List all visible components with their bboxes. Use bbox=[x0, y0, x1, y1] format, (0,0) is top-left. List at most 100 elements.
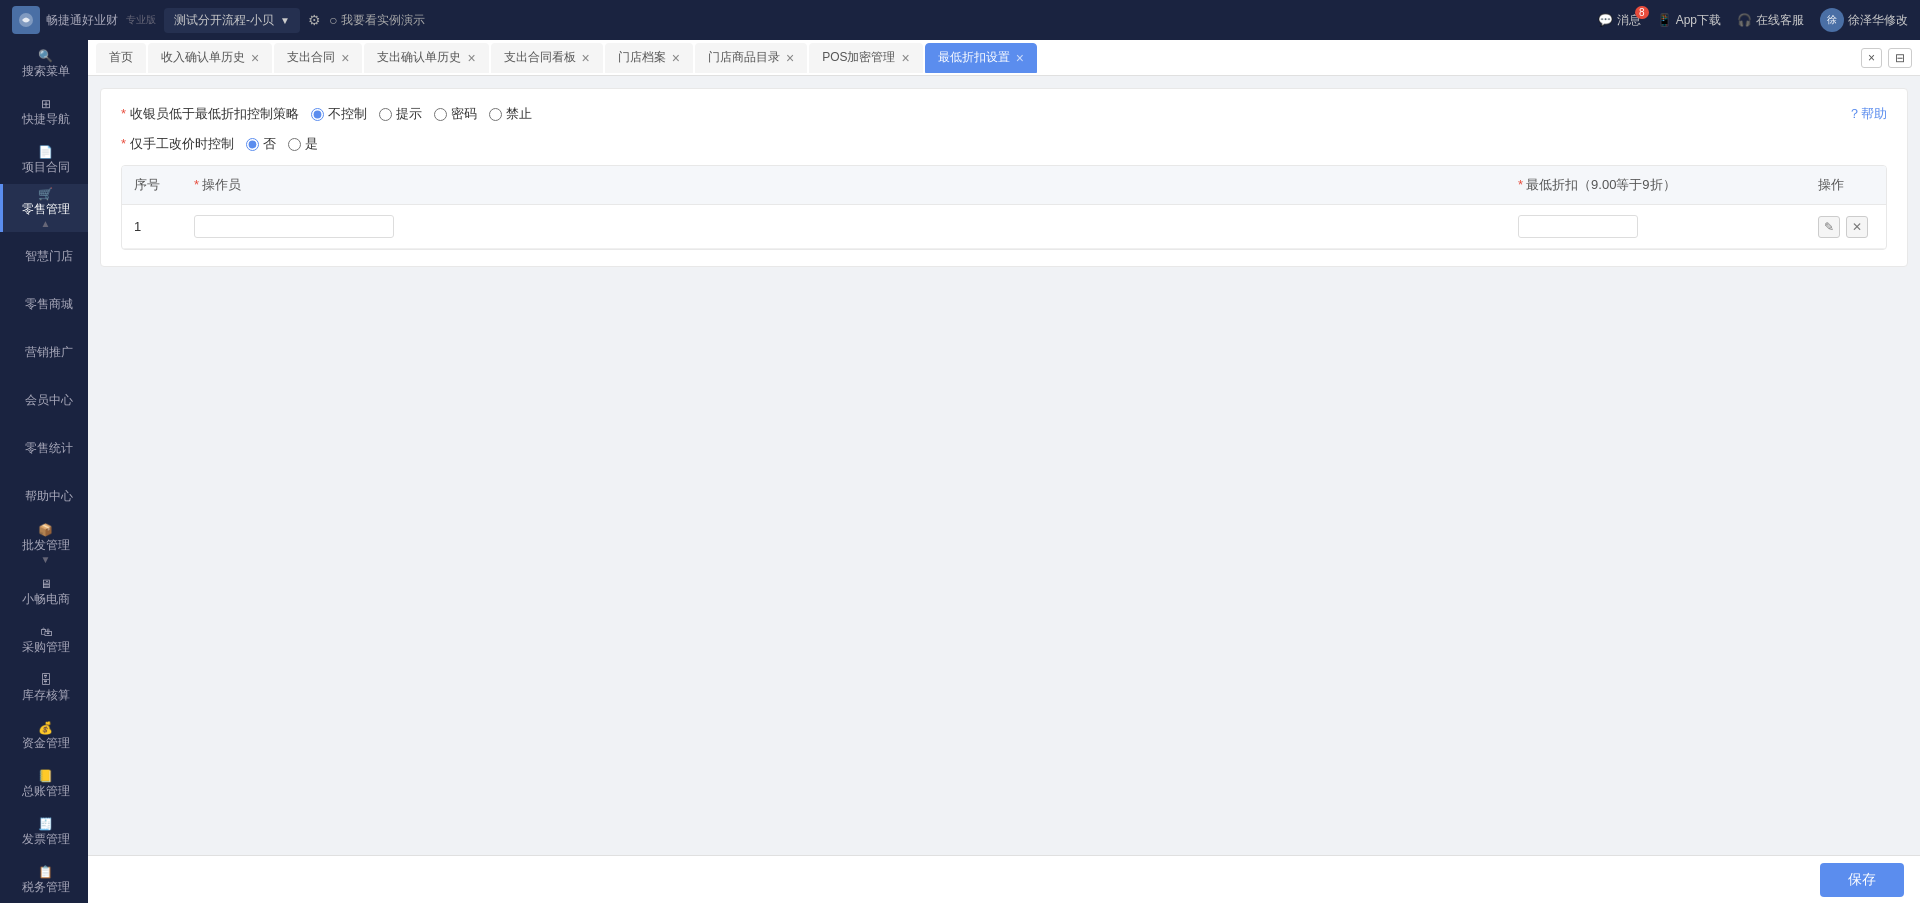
topbar-left: 畅捷通好业财 专业版 测试分开流程-小贝 ▼ ⚙ ○ 我要看实例演示 bbox=[12, 6, 425, 34]
tab-payment-contract[interactable]: 支出合同 × bbox=[274, 43, 362, 73]
ledger-icon: 📒 bbox=[38, 769, 53, 783]
sidebar-item-smart-store[interactable]: 智慧门店 bbox=[0, 232, 88, 280]
sidebar-item-shortcuts[interactable]: ⊞ 快捷导航 bbox=[0, 88, 88, 136]
col-seq: 序号 bbox=[122, 166, 182, 204]
help-link[interactable]: ？帮助 bbox=[1848, 105, 1887, 123]
tab-income-history[interactable]: 收入确认单历史 × bbox=[148, 43, 272, 73]
sidebar-item-retail-mall[interactable]: 零售商城 bbox=[0, 280, 88, 328]
sidebar-item-inventory[interactable]: 🗄 库存核算 bbox=[0, 664, 88, 712]
discount-strategy-row: 收银员低于最低折扣控制策略 不控制 提示 密码 bbox=[121, 105, 1887, 123]
sidebar-label-fund: 资金管理 bbox=[22, 735, 70, 752]
discount-strategy-label: 收银员低于最低折扣控制策略 bbox=[121, 105, 299, 123]
page-content: 收银员低于最低折扣控制策略 不控制 提示 密码 bbox=[88, 76, 1920, 855]
sidebar-label-help: 帮助中心 bbox=[25, 488, 73, 505]
edition-label: 专业版 bbox=[126, 13, 156, 27]
content-area: 首页 收入确认单历史 × 支出合同 × 支出确认单历史 × 支出合同看板 × 门… bbox=[88, 40, 1920, 903]
save-button[interactable]: 保存 bbox=[1820, 863, 1904, 897]
app-name: 畅捷通好业财 bbox=[46, 12, 118, 29]
sidebar-label-tax: 税务管理 bbox=[22, 879, 70, 896]
tab-income-history-close[interactable]: × bbox=[251, 51, 259, 65]
tab-store-archive[interactable]: 门店档案 × bbox=[605, 43, 693, 73]
demo-label: 我要看实例演示 bbox=[341, 12, 425, 29]
discount-table: 序号 操作员 最低折扣（9.00等于9折） 操作 1 bbox=[121, 165, 1887, 250]
project-selector[interactable]: 测试分开流程-小贝 ▼ bbox=[164, 8, 300, 33]
sidebar-item-invoice[interactable]: 🧾 发票管理 bbox=[0, 808, 88, 856]
sidebar-label-purchase: 采购管理 bbox=[22, 639, 70, 656]
cell-seq: 1 bbox=[122, 205, 182, 248]
sidebar-label-search: 搜索菜单 bbox=[22, 63, 70, 80]
inventory-icon: 🗄 bbox=[40, 673, 52, 687]
headset-icon: 🎧 bbox=[1737, 13, 1752, 27]
sidebar-label-inventory: 库存核算 bbox=[22, 687, 70, 704]
sidebar-item-wholesale[interactable]: 📦 批发管理 ▼ bbox=[0, 520, 88, 568]
tab-payment-board[interactable]: 支出合同看板 × bbox=[491, 43, 603, 73]
chevron-down-icon: ▼ bbox=[41, 554, 51, 565]
min-discount-input[interactable] bbox=[1518, 215, 1638, 238]
sidebar-item-member-center[interactable]: 会员中心 bbox=[0, 376, 88, 424]
radio-forbid-label: 禁止 bbox=[506, 105, 532, 123]
radio-password[interactable]: 密码 bbox=[434, 105, 477, 123]
tab-payment-confirm-history-label: 支出确认单历史 bbox=[377, 49, 461, 66]
col-operator: 操作员 bbox=[182, 166, 1506, 204]
tab-menu-btn[interactable]: ⊟ bbox=[1888, 48, 1912, 68]
sidebar-item-purchase[interactable]: 🛍 采购管理 bbox=[0, 616, 88, 664]
radio-forbid[interactable]: 禁止 bbox=[489, 105, 532, 123]
close-tab-btn[interactable]: × bbox=[1861, 48, 1882, 68]
customer-service-label: 在线客服 bbox=[1756, 12, 1804, 29]
demo-circle-icon: ○ bbox=[329, 12, 337, 28]
delete-row-btn[interactable]: ✕ bbox=[1846, 216, 1868, 238]
radio-no-control-input[interactable] bbox=[311, 108, 324, 121]
cell-actions: ✎ ✕ bbox=[1806, 205, 1886, 248]
tab-min-discount[interactable]: 最低折扣设置 × bbox=[925, 43, 1037, 73]
radio-no-label: 否 bbox=[263, 135, 276, 153]
topbar-settings-icon[interactable]: ⚙ bbox=[308, 12, 321, 28]
radio-no[interactable]: 否 bbox=[246, 135, 276, 153]
radio-yes[interactable]: 是 bbox=[288, 135, 318, 153]
manual-price-options: 否 是 bbox=[246, 135, 318, 153]
sidebar-item-tax[interactable]: 📋 税务管理 bbox=[0, 856, 88, 903]
sidebar-item-ecommerce[interactable]: 🖥 小畅电商 bbox=[0, 568, 88, 616]
sidebar-item-search[interactable]: 🔍 搜索菜单 bbox=[0, 40, 88, 88]
sidebar-item-fund[interactable]: 💰 资金管理 bbox=[0, 712, 88, 760]
sidebar-item-marketing[interactable]: 营销推广 bbox=[0, 328, 88, 376]
tab-store-products[interactable]: 门店商品目录 × bbox=[695, 43, 807, 73]
topbar-right: 💬 消息 8 📱 App下载 🎧 在线客服 徐 徐泽华修改 bbox=[1598, 8, 1908, 32]
tab-pos-password-close[interactable]: × bbox=[901, 51, 909, 65]
user-profile-btn[interactable]: 徐 徐泽华修改 bbox=[1820, 8, 1908, 32]
tab-store-products-close[interactable]: × bbox=[786, 51, 794, 65]
message-btn[interactable]: 💬 消息 8 bbox=[1598, 12, 1641, 29]
tab-payment-contract-close[interactable]: × bbox=[341, 51, 349, 65]
tab-min-discount-close[interactable]: × bbox=[1016, 51, 1024, 65]
tab-pos-password[interactable]: POS加密管理 × bbox=[809, 43, 923, 73]
purchase-icon: 🛍 bbox=[40, 625, 52, 639]
radio-yes-label: 是 bbox=[305, 135, 318, 153]
app-download-btn[interactable]: 📱 App下载 bbox=[1657, 12, 1721, 29]
sidebar-item-retail-stats[interactable]: 零售统计 bbox=[0, 424, 88, 472]
edit-row-btn[interactable]: ✎ bbox=[1818, 216, 1840, 238]
radio-yes-input[interactable] bbox=[288, 138, 301, 151]
operator-input[interactable] bbox=[194, 215, 394, 238]
app-logo: 畅捷通好业财 专业版 bbox=[12, 6, 156, 34]
tab-store-archive-label: 门店档案 bbox=[618, 49, 666, 66]
radio-forbid-input[interactable] bbox=[489, 108, 502, 121]
radio-remind[interactable]: 提示 bbox=[379, 105, 422, 123]
tab-payment-board-close[interactable]: × bbox=[582, 51, 590, 65]
radio-no-input[interactable] bbox=[246, 138, 259, 151]
radio-remind-label: 提示 bbox=[396, 105, 422, 123]
demo-link[interactable]: ○ 我要看实例演示 bbox=[329, 12, 425, 29]
radio-no-control[interactable]: 不控制 bbox=[311, 105, 367, 123]
customer-service-btn[interactable]: 🎧 在线客服 bbox=[1737, 12, 1804, 29]
ecommerce-icon: 🖥 bbox=[40, 577, 52, 591]
sidebar-item-retail-management[interactable]: 🛒 零售管理 ▲ bbox=[0, 184, 88, 232]
sidebar-item-help-center[interactable]: 帮助中心 bbox=[0, 472, 88, 520]
tab-home[interactable]: 首页 bbox=[96, 43, 146, 73]
contract-icon: 📄 bbox=[38, 145, 53, 159]
sidebar-item-ledger[interactable]: 📒 总账管理 bbox=[0, 760, 88, 808]
tab-payment-confirm-history-close[interactable]: × bbox=[467, 51, 475, 65]
tab-payment-confirm-history[interactable]: 支出确认单历史 × bbox=[364, 43, 488, 73]
radio-password-input[interactable] bbox=[434, 108, 447, 121]
sidebar-item-project-contract[interactable]: 📄 项目合同 bbox=[0, 136, 88, 184]
radio-remind-input[interactable] bbox=[379, 108, 392, 121]
tab-store-archive-close[interactable]: × bbox=[672, 51, 680, 65]
phone-icon: 📱 bbox=[1657, 13, 1672, 27]
